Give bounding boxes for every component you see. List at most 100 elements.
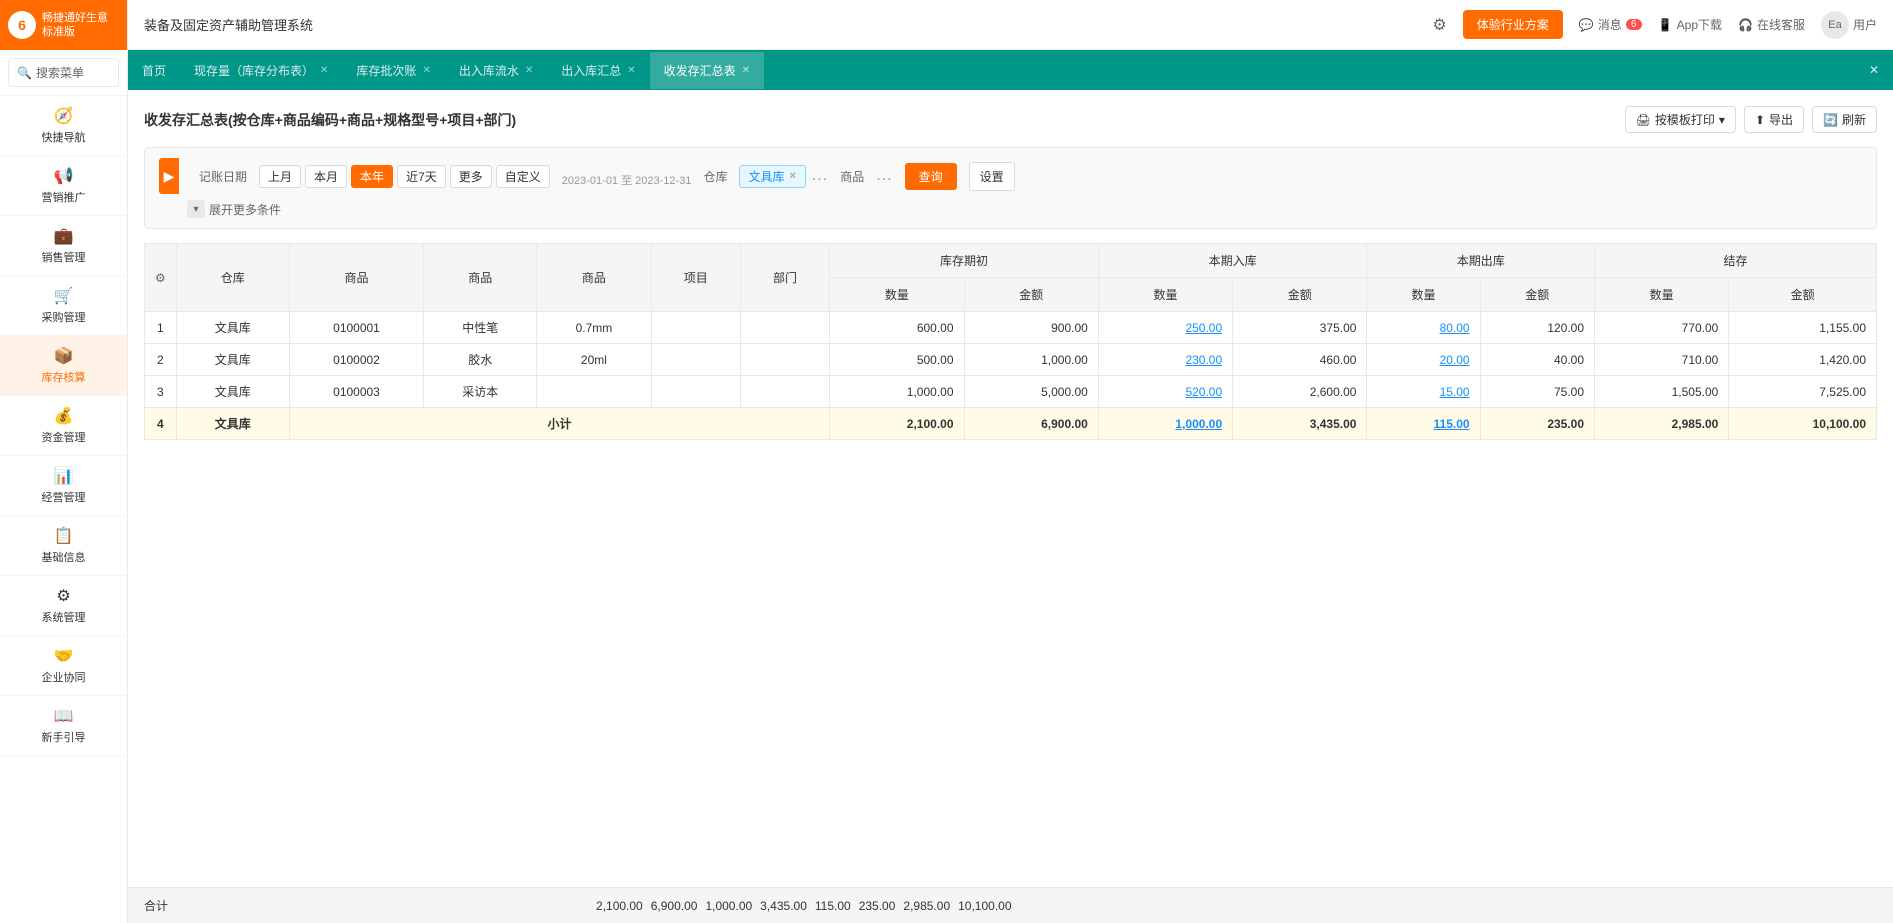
date-btn-this-year[interactable]: 本年 (351, 165, 393, 188)
print-button[interactable]: 🖨 按模板打印 ▾ (1625, 106, 1736, 133)
col-code-header: 商品 (289, 244, 423, 312)
row2-spec: 20ml (537, 344, 651, 376)
col-settings-header: ⚙ (145, 244, 177, 312)
search-menu-button[interactable]: 🔍 搜索菜单 (8, 58, 119, 87)
row3-opening-amt: 5,000.00 (964, 376, 1098, 408)
sidebar-item-purchase[interactable]: 🛒 采购管理 (0, 276, 127, 336)
date-btn-this-month[interactable]: 本月 (305, 165, 347, 188)
subtotal-no: 4 (145, 408, 177, 440)
row3-outbound-qty[interactable]: 15.00 (1367, 376, 1480, 408)
warehouse-filter: 文具库 ✕ ... (739, 165, 828, 188)
subtotal-opening-qty: 2,100.00 (830, 408, 964, 440)
row1-outbound-amt: 120.00 (1480, 312, 1594, 344)
message-button[interactable]: 💬 消息 6 (1579, 16, 1642, 33)
tab-stock-distribution[interactable]: 现存量（库存分布表） ✕ (180, 52, 342, 89)
date-btn-custom[interactable]: 自定义 (496, 165, 550, 188)
expand-row: ▾ 展开更多条件 (187, 200, 1862, 218)
column-settings-icon[interactable]: ⚙ (155, 271, 166, 285)
col-dept-header: 部门 (740, 244, 829, 312)
export-button[interactable]: ⬆ 导出 (1744, 106, 1804, 133)
sidebar-item-basic-info[interactable]: 📋 基础信息 (0, 516, 127, 576)
tab-close-icon[interactable]: ✕ (742, 65, 750, 76)
row1-code: 0100001 (289, 312, 423, 344)
gear-icon: ⚙ (56, 586, 70, 606)
logo-text: 畅捷通好生意 标准版 (42, 11, 108, 40)
col-opening-header: 库存期初 (830, 244, 1099, 278)
settings-button[interactable]: ⚙ (1432, 15, 1446, 35)
table-row: 1 文具库 0100001 中性笔 0.7mm 600.00 900.00 25… (145, 312, 1877, 344)
search-icon: 🔍 (17, 66, 32, 80)
online-service-button[interactable]: 🎧 在线客服 (1738, 16, 1805, 33)
date-btn-last-month[interactable]: 上月 (259, 165, 301, 188)
warehouse-more-button[interactable]: ... (812, 167, 828, 185)
message-badge: 6 (1626, 19, 1642, 30)
close-all-tabs-button[interactable]: ✕ (1855, 53, 1893, 87)
trial-button[interactable]: 体验行业方案 (1463, 10, 1563, 39)
product-more-button[interactable]: ... (876, 167, 892, 185)
row2-project (651, 344, 740, 376)
total-label: 合计 (144, 897, 168, 914)
tab-inout-summary[interactable]: 出入库汇总 ✕ (547, 52, 649, 89)
date-btn-last-7-days[interactable]: 近7天 (397, 165, 446, 188)
expand-conditions-button[interactable]: ▾ 展开更多条件 (187, 200, 1862, 218)
filter-setting-button[interactable]: 设置 (969, 162, 1015, 191)
sidebar-item-quick-nav[interactable]: 🧭 快捷导航 (0, 96, 127, 156)
tab-home[interactable]: 首页 (128, 52, 180, 89)
subtotal-label: 小计 (289, 408, 829, 440)
warehouse-filter-label: 仓库 (703, 168, 727, 185)
row3-opening-qty: 1,000.00 (830, 376, 964, 408)
row2-inbound-qty[interactable]: 230.00 (1098, 344, 1232, 376)
row3-inbound-qty[interactable]: 520.00 (1098, 376, 1232, 408)
filter-toggle-button[interactable]: ▶ (159, 158, 179, 194)
page-inner: 收发存汇总表(按仓库+商品编码+商品+规格型号+项目+部门) 🖨 按模板打印 ▾… (128, 90, 1893, 887)
top-header: 装备及固定资产辅助管理系统 ⚙ 体验行业方案 💬 消息 6 📱 App下载 🎧 … (128, 0, 1893, 50)
total-opening-amt: 6,900.00 (651, 899, 698, 913)
tab-batch-account[interactable]: 库存批次账 ✕ (342, 52, 444, 89)
product-filter-label: 商品 (840, 168, 864, 185)
handshake-icon: 🤝 (54, 646, 74, 666)
app-download-button[interactable]: 📱 App下载 (1658, 16, 1722, 33)
sidebar-item-business[interactable]: 📊 经营管理 (0, 456, 127, 516)
date-btn-more[interactable]: 更多 (450, 165, 492, 188)
col-inbound-amt-header: 金额 (1233, 278, 1367, 312)
sidebar-item-guide[interactable]: 📖 新手引导 (0, 696, 127, 756)
user-button[interactable]: Ea 用户 (1821, 11, 1877, 39)
row1-opening-qty: 600.00 (830, 312, 964, 344)
row2-no: 2 (145, 344, 177, 376)
search-button[interactable]: 查询 (905, 163, 957, 190)
col-inbound-header: 本期入库 (1098, 244, 1367, 278)
sidebar-item-enterprise[interactable]: 🤝 企业协同 (0, 636, 127, 696)
tab-close-icon[interactable]: ✕ (627, 65, 635, 76)
row2-outbound-qty[interactable]: 20.00 (1367, 344, 1480, 376)
chevron-down-icon: ▾ (1719, 113, 1725, 127)
row1-closing-qty: 770.00 (1595, 312, 1729, 344)
tab-close-icon[interactable]: ✕ (320, 65, 328, 76)
row2-dept (740, 344, 829, 376)
row3-dept (740, 376, 829, 408)
warehouse-tag-close[interactable]: ✕ (788, 171, 796, 182)
tab-close-icon[interactable]: ✕ (525, 65, 533, 76)
row2-opening-amt: 1,000.00 (964, 344, 1098, 376)
subtotal-opening-amt: 6,900.00 (964, 408, 1098, 440)
refresh-button[interactable]: 🔄 刷新 (1812, 106, 1877, 133)
row1-warehouse: 文具库 (176, 312, 289, 344)
row1-inbound-qty[interactable]: 250.00 (1098, 312, 1232, 344)
warehouse-tag: 文具库 ✕ (739, 165, 805, 188)
row1-outbound-qty[interactable]: 80.00 (1367, 312, 1480, 344)
export-icon: ⬆ (1755, 113, 1765, 127)
subtotal-outbound-qty[interactable]: 115.00 (1367, 408, 1480, 440)
tab-stock-summary[interactable]: 收发存汇总表 ✕ (650, 52, 764, 89)
subtotal-inbound-qty[interactable]: 1,000.00 (1098, 408, 1232, 440)
tab-close-icon[interactable]: ✕ (422, 65, 430, 76)
sidebar-item-sales[interactable]: 💼 销售管理 (0, 216, 127, 276)
sidebar-item-system[interactable]: ⚙ 系统管理 (0, 576, 127, 636)
tab-bar: 首页 现存量（库存分布表） ✕ 库存批次账 ✕ 出入库流水 ✕ 出入库汇总 ✕ … (128, 50, 1893, 90)
col-outbound-amt-header: 金额 (1480, 278, 1594, 312)
sidebar-item-finance[interactable]: 💰 资金管理 (0, 396, 127, 456)
total-opening-qty: 2,100.00 (596, 899, 643, 913)
sidebar-item-marketing[interactable]: 📢 营销推广 (0, 156, 127, 216)
table-row: 3 文具库 0100003 采访本 1,000.00 5,000.00 520.… (145, 376, 1877, 408)
tab-inout-flow[interactable]: 出入库流水 ✕ (445, 52, 547, 89)
col-closing-header: 结存 (1595, 244, 1877, 278)
sidebar-item-inventory[interactable]: 📦 库存核算 (0, 336, 127, 396)
